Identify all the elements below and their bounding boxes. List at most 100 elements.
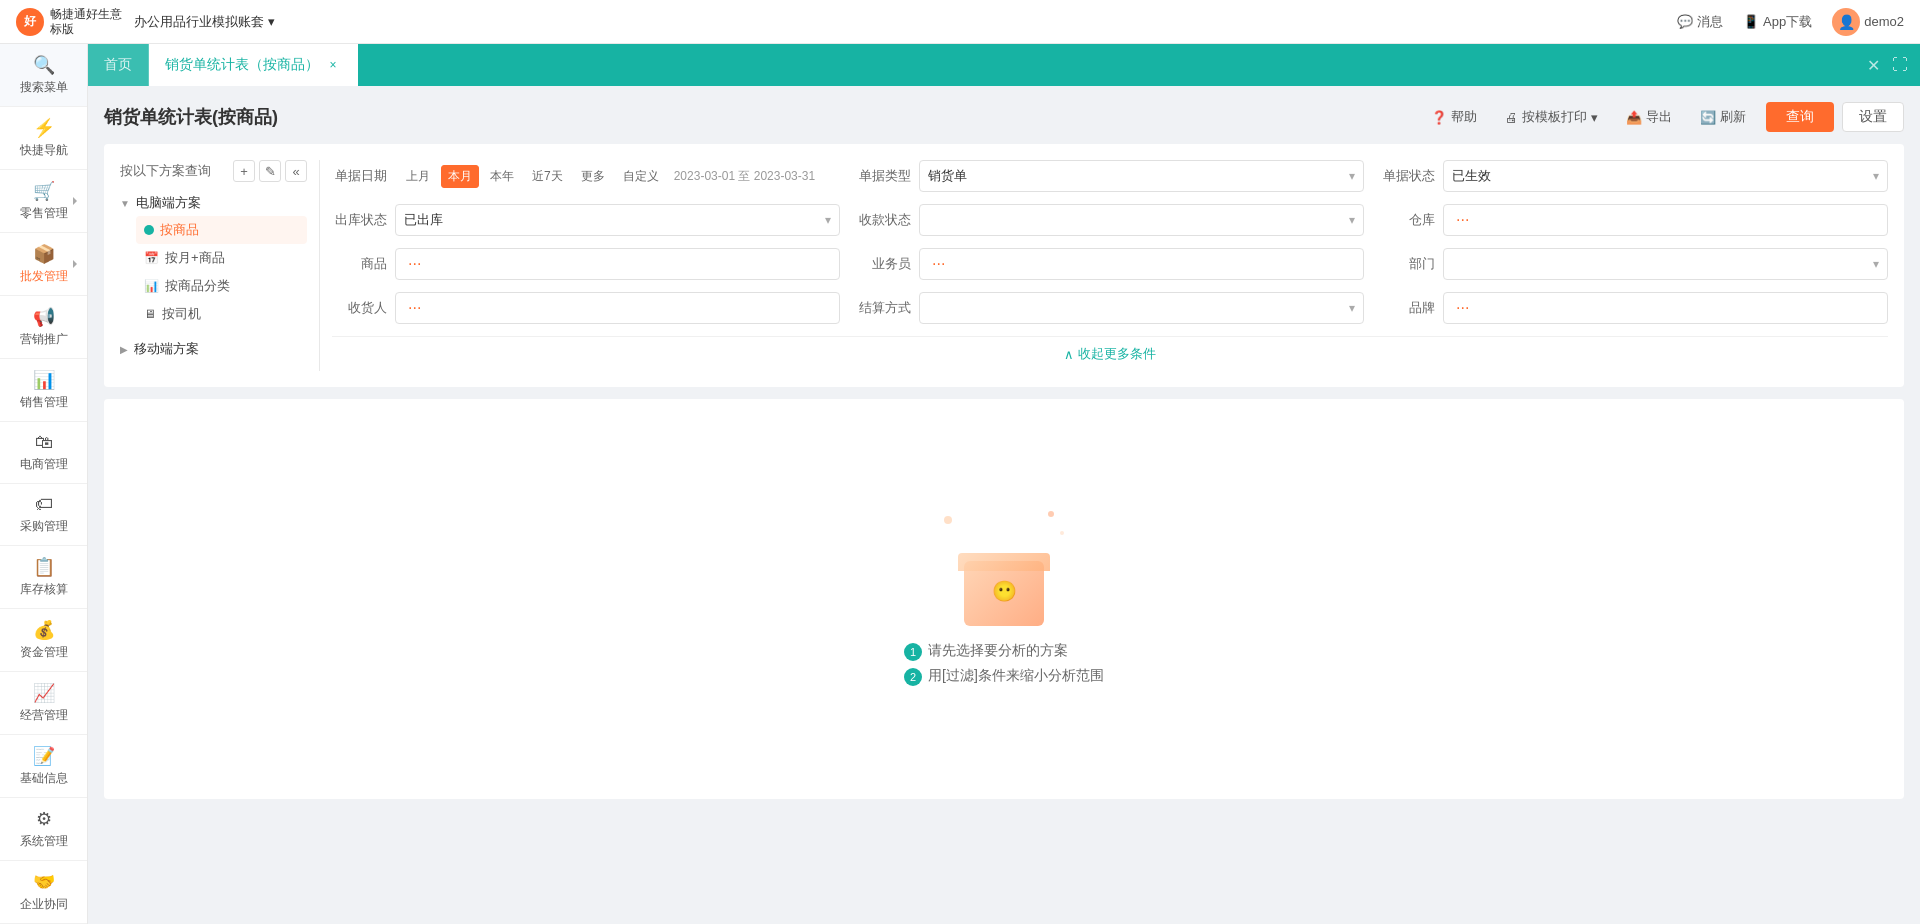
settlement-label: 结算方式 xyxy=(856,299,911,317)
sidebar-item-ecommerce-mgmt[interactable]: 🛍 电商管理 xyxy=(0,422,87,484)
filter-row-1: 单据日期 上月 本月 本年 近7天 更多 自定义 xyxy=(332,160,1888,192)
app-download-button[interactable]: 📱 App下载 xyxy=(1743,13,1812,31)
doc-status-select[interactable]: 已生效 xyxy=(1443,160,1888,192)
sidebar-item-inventory-check[interactable]: 📋 库存核算 xyxy=(0,546,87,609)
collapse-icon: ∧ xyxy=(1064,347,1074,362)
salesperson-ellipsis-btn[interactable]: ··· xyxy=(928,255,949,273)
search-icon: 🔍 xyxy=(33,54,55,76)
salesperson-input[interactable]: ··· xyxy=(919,248,1364,280)
period-7days[interactable]: 近7天 xyxy=(525,165,570,188)
scheme-group-mobile-header[interactable]: ▶ 移动端方案 xyxy=(120,336,307,362)
scheme-item-by-driver[interactable]: 🖥 按司机 xyxy=(136,300,307,328)
scheme-group-mobile: ▶ 移动端方案 xyxy=(120,336,307,362)
tab-sales-stats[interactable]: 销货单统计表（按商品） × xyxy=(149,44,358,86)
query-button[interactable]: 查询 xyxy=(1766,102,1834,132)
department-select[interactable] xyxy=(1443,248,1888,280)
warehouse-ellipsis-btn[interactable]: ··· xyxy=(1452,211,1473,229)
tab-spacer xyxy=(358,44,1855,86)
quick-nav-icon: ⚡ xyxy=(33,117,55,139)
maximize-window-icon[interactable]: ⛶ xyxy=(1892,56,1908,74)
goods-input[interactable]: ··· xyxy=(395,248,840,280)
user-avatar[interactable]: 👤 demo2 xyxy=(1832,8,1904,36)
doc-type-select[interactable]: 销货单 xyxy=(919,160,1364,192)
scheme-group-desktop: ▼ 电脑端方案 按商品 📅 按月+商品 xyxy=(120,190,307,328)
empty-tip-2: 2 用[过滤]条件来缩小分析范围 xyxy=(904,667,1104,686)
filter-doc-type-field: 单据类型 销货单 xyxy=(856,160,1364,192)
consignee-label: 收货人 xyxy=(332,299,387,317)
page-content: 销货单统计表(按商品) ❓ 帮助 🖨 按模板打印 ▾ 📤 导出 xyxy=(88,86,1920,924)
wholesale-icon: 📦 xyxy=(33,243,55,265)
date-label: 单据日期 xyxy=(332,167,387,185)
department-label: 部门 xyxy=(1380,255,1435,273)
period-this-year[interactable]: 本年 xyxy=(483,165,521,188)
scheme-item-by-goods-category[interactable]: 📊 按商品分类 xyxy=(136,272,307,300)
sidebar-item-finance-mgmt[interactable]: 💰 资金管理 xyxy=(0,609,87,672)
sidebar-item-search-menu[interactable]: 🔍 搜索菜单 xyxy=(0,44,87,107)
sidebar-item-retail-mgmt[interactable]: 🛒 零售管理 xyxy=(0,170,87,233)
filter-row-3: 商品 ··· 业务员 ··· xyxy=(332,248,1888,280)
page-actions: ❓ 帮助 🖨 按模板打印 ▾ 📤 导出 🔄 刷新 xyxy=(1423,102,1904,132)
star3 xyxy=(1060,531,1064,535)
sidebar-item-operation-mgmt[interactable]: 📈 经营管理 xyxy=(0,672,87,735)
page-title: 销货单统计表(按商品) xyxy=(104,105,278,129)
filter-layout: 按以下方案查询 + ✎ « ▼ 电脑端方案 xyxy=(120,160,1888,371)
filter-goods-field: 商品 ··· xyxy=(332,248,840,280)
period-more[interactable]: 更多 xyxy=(574,165,612,188)
scheme-group-desktop-header[interactable]: ▼ 电脑端方案 xyxy=(120,190,307,216)
consignee-input[interactable]: ··· xyxy=(395,292,840,324)
export-button[interactable]: 📤 导出 xyxy=(1618,104,1680,130)
add-scheme-button[interactable]: + xyxy=(233,160,255,182)
scheme-title: 按以下方案查询 xyxy=(120,162,211,180)
receipt-status-select[interactable] xyxy=(919,204,1364,236)
brand-input[interactable]: ··· xyxy=(1443,292,1888,324)
page-title-bar: 销货单统计表(按商品) ❓ 帮助 🖨 按模板打印 ▾ 📤 导出 xyxy=(104,102,1904,132)
sidebar-item-enterprise-collab[interactable]: 🤝 企业协同 xyxy=(0,861,87,924)
settlement-select[interactable] xyxy=(919,292,1364,324)
scheme-item-icon2: 📊 xyxy=(144,279,159,293)
filter-salesperson-field: 业务员 ··· xyxy=(856,248,1364,280)
content-area: 首页 销货单统计表（按商品） × ✕ ⛶ 销货单统计表(按商品) ❓ 帮助 xyxy=(88,44,1920,924)
message-button[interactable]: 💬 消息 xyxy=(1677,13,1723,31)
sidebar-item-wholesale-mgmt[interactable]: 📦 批发管理 xyxy=(0,233,87,296)
help-button[interactable]: ❓ 帮助 xyxy=(1423,104,1485,130)
warehouse-status-label: 出库状态 xyxy=(332,211,387,229)
date-period-btns: 上月 本月 本年 近7天 更多 自定义 xyxy=(399,165,666,188)
collab-icon: 🤝 xyxy=(33,871,55,893)
marketing-icon: 📢 xyxy=(33,306,55,328)
sidebar-item-quick-nav[interactable]: ⚡ 快捷导航 xyxy=(0,107,87,170)
sidebar-item-basic-info[interactable]: 📝 基础信息 xyxy=(0,735,87,798)
star2 xyxy=(1048,511,1054,517)
collapse-filter-button[interactable]: ∧ 收起更多条件 xyxy=(332,336,1888,371)
workspace-selector[interactable]: 办公用品行业模拟账套 ▾ xyxy=(134,13,275,31)
period-custom[interactable]: 自定义 xyxy=(616,165,666,188)
filter-department-field: 部门 xyxy=(1380,248,1888,280)
tab-window-controls: ✕ ⛶ xyxy=(1855,44,1920,86)
period-last-month[interactable]: 上月 xyxy=(399,165,437,188)
filter-consignee-field: 收货人 ··· xyxy=(332,292,840,324)
close-window-icon[interactable]: ✕ xyxy=(1867,56,1880,75)
tab-close-button[interactable]: × xyxy=(325,57,341,73)
sidebar-item-system-mgmt[interactable]: ⚙ 系统管理 xyxy=(0,798,87,861)
sidebar-item-purchase-mgmt[interactable]: 🏷 采购管理 xyxy=(0,484,87,546)
sidebar-item-sales-mgmt[interactable]: 📊 销售管理 xyxy=(0,359,87,422)
chevron-down-icon: ▾ xyxy=(268,14,275,29)
print-button[interactable]: 🖨 按模板打印 ▾ xyxy=(1497,104,1606,130)
collapse-scheme-button[interactable]: « xyxy=(285,160,307,182)
refresh-button[interactable]: 🔄 刷新 xyxy=(1692,104,1754,130)
logo-area: 好 畅捷通好生意 标版 xyxy=(16,7,122,36)
goods-ellipsis-btn[interactable]: ··· xyxy=(404,255,425,273)
edit-scheme-button[interactable]: ✎ xyxy=(259,160,281,182)
brand-ellipsis-btn[interactable]: ··· xyxy=(1452,299,1473,317)
scheme-item-by-month-goods[interactable]: 📅 按月+商品 xyxy=(136,244,307,272)
tab-home[interactable]: 首页 xyxy=(88,44,149,86)
warehouse-status-select[interactable]: 已出库 xyxy=(395,204,840,236)
period-this-month[interactable]: 本月 xyxy=(441,165,479,188)
tab-bar: 首页 销货单统计表（按商品） × ✕ ⛶ xyxy=(88,44,1920,86)
scheme-item-icon3: 🖥 xyxy=(144,307,156,321)
sidebar-item-marketing[interactable]: 📢 营销推广 xyxy=(0,296,87,359)
consignee-ellipsis-btn[interactable]: ··· xyxy=(404,299,425,317)
settings-button[interactable]: 设置 xyxy=(1842,102,1904,132)
scheme-item-by-goods[interactable]: 按商品 xyxy=(136,216,307,244)
warehouse-input[interactable]: ··· xyxy=(1443,204,1888,236)
receipt-status-label: 收款状态 xyxy=(856,211,911,229)
